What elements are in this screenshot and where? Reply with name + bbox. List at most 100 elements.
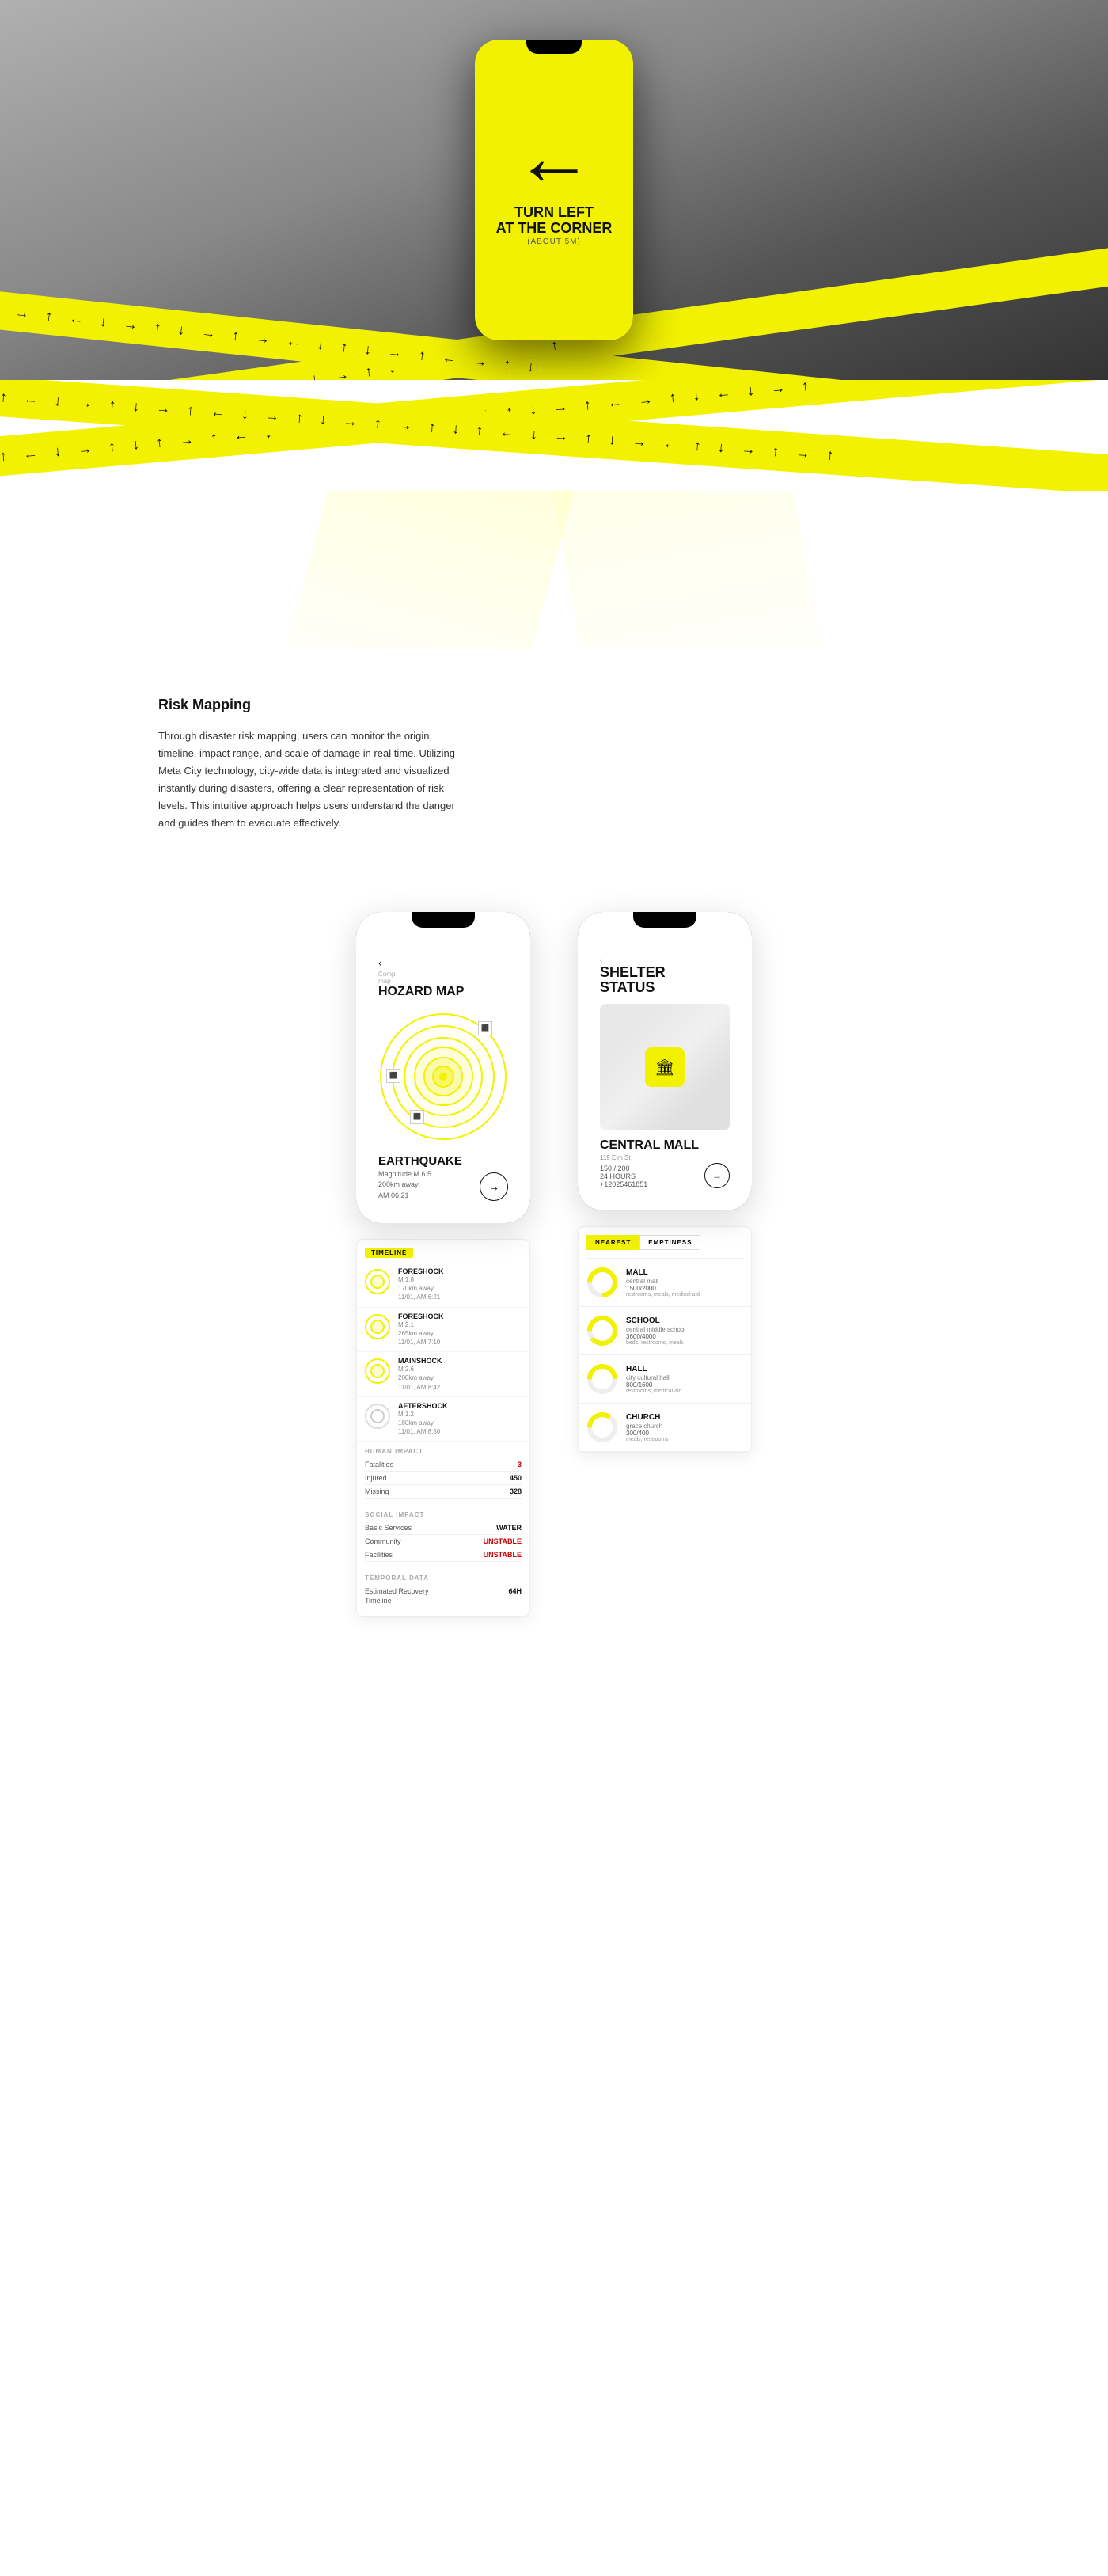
tl-icon-4 [365, 1404, 390, 1429]
light-beam-1 [275, 491, 627, 649]
fatalities-row: Fatalities 3 [365, 1458, 522, 1472]
sl-services-church: meals, restrooms [626, 1437, 669, 1442]
hero-phone-screen: ← TURN LEFTAT THE CORNER (ABOUT 5M) [475, 40, 633, 340]
timeline-tag: TIMELINE [365, 1248, 413, 1258]
tape-section: ← ↓ → ↑ ↓ → ↑ ← ↓ → ↑ ↓ ↑ → ↑ ← ↓ → ↑ ↓ … [0, 380, 1108, 491]
missing-row: Missing 328 [365, 1485, 522, 1499]
direction-arrow: ← [514, 118, 594, 197]
shelter-list-phone: NEAREST EMPTINESS MALL central mall 1500… [578, 1226, 752, 1453]
shelter-back-btn[interactable]: ‹ [600, 956, 730, 965]
shelter-arrow-btn[interactable]: → [704, 1163, 730, 1188]
donut-mall [586, 1267, 618, 1298]
sl-sub-mall: central mall [626, 1278, 700, 1285]
shelter-notch [633, 912, 696, 928]
phones-section: ‹ Compmap HOZARD MAP ⬛ ⬛ [0, 896, 1108, 1680]
sl-name-school: SCHOOL [626, 1316, 685, 1325]
map-pin-2: ⬛ [386, 1069, 400, 1083]
shelter-sub: 119 Elm St [600, 1154, 699, 1161]
timeline-phone: TIMELINE FORESHOCK M 1.8 170km away 11/0… [356, 1239, 530, 1617]
tl-text-4: AFTERSHOCK M 1.2 180km away 11/01, AM 8:… [398, 1402, 522, 1437]
instruction-main: TURN LEFTAT THE CORNER [496, 205, 613, 237]
sl-sub-school: central middle school [626, 1326, 685, 1333]
shelter-marker: 🏛 [645, 1047, 685, 1087]
hazard-screen: ‹ Compmap HOZARD MAP ⬛ ⬛ [356, 912, 530, 1224]
list-item-mall[interactable]: MALL central mall 1500/2000 restrooms, m… [579, 1259, 751, 1307]
basic-services-row: Basic Services WATER [365, 1522, 522, 1535]
timeline-item-4: AFTERSHOCK M 1.2 180km away 11/01, AM 8:… [357, 1397, 529, 1442]
tl-icon-2 [365, 1314, 390, 1339]
hero-phone: ← TURN LEFTAT THE CORNER (ABOUT 5M) [475, 40, 633, 340]
social-impact-label: SOCIAL IMPACT [365, 1511, 522, 1518]
section-body: Through disaster risk mapping, users can… [158, 728, 459, 833]
social-impact-section: SOCIAL IMPACT Basic Services WATER Commu… [357, 1505, 529, 1568]
hazard-map-area: ⬛ ⬛ ⬛ [378, 1005, 508, 1148]
shelter-hours: 24 HOURS [600, 1172, 699, 1180]
tab-nearest[interactable]: NEAREST [586, 1235, 639, 1250]
sl-cap-hall: 800/1600 [626, 1381, 681, 1389]
shelter-main-phone: ‹ SHELTERSTATUS 🏛 CoverContent CENTRAL M… [578, 912, 752, 1211]
shelter-capacity: 150 / 200 [600, 1165, 699, 1172]
tl-text-3: MAINSHOCK M 2.6 200km away 11/01, AM 8:4… [398, 1357, 522, 1392]
sl-name-hall: HALL [626, 1365, 681, 1373]
timeline-item-3: MAINSHOCK M 2.6 200km away 11/01, AM 8:4… [357, 1352, 529, 1397]
hero-section: → ↑ ↓ → ↑ ← ↓ → ↑ ↓ → ↑ ← ↓ → ↑ ↓ → ↑ → … [0, 0, 1108, 380]
donut-hall [586, 1363, 618, 1395]
shelter-name: CENTRAL MALL [600, 1138, 699, 1153]
shelter-map-area: 🏛 CoverContent [600, 1004, 730, 1130]
right-column: ‹ SHELTERSTATUS 🏛 CoverContent CENTRAL M… [578, 912, 752, 1453]
phone-notch [412, 912, 475, 928]
human-impact-label: HUMAN IMPACT [365, 1448, 522, 1455]
community-row: Community UNSTABLE [365, 1535, 522, 1548]
tl-icon-1 [365, 1269, 390, 1294]
temporal-section: TEMPORAL DATA Estimated RecoveryTimeline… [357, 1568, 529, 1615]
nearest-tabs: NEAREST EMPTINESS [579, 1227, 751, 1250]
sl-cap-church: 300/400 [626, 1430, 669, 1437]
tl-text-1: FORESHOCK M 1.8 170km away 11/01, AM 6:2… [398, 1267, 522, 1302]
map-pin-1: ⬛ [478, 1021, 492, 1035]
sl-sub-hall: city cultural hall [626, 1374, 681, 1381]
beam-section [0, 491, 1108, 649]
timeline-item-1: FORESHOCK M 1.8 170km away 11/01, AM 6:2… [357, 1263, 529, 1308]
shelter-title-block: SHELTERSTATUS [600, 965, 730, 997]
sl-services-school: beds, restrooms, meals [626, 1340, 685, 1346]
shelter-title: SHELTERSTATUS [600, 965, 730, 997]
eq-info: EARTHQUAKE Magnitude M 6.5 200km away AM… [378, 1154, 508, 1202]
sl-services-hall: restrooms, medical aid [626, 1389, 681, 1394]
tl-icon-3 [365, 1358, 390, 1384]
hazard-map-phone: ‹ Compmap HOZARD MAP ⬛ ⬛ [356, 912, 530, 1224]
sl-name-mall: MALL [626, 1268, 700, 1277]
eq-detail: Magnitude M 6.5 200km away AM 06:21 [378, 1169, 431, 1202]
donut-school [586, 1315, 618, 1347]
risk-mapping-section: Risk Mapping Through disaster risk mappi… [0, 649, 1108, 896]
donut-church [586, 1411, 618, 1443]
light-beam-2 [514, 491, 831, 649]
sl-cap-mall: 1500/2000 [626, 1285, 700, 1292]
human-impact-section: HUMAN IMPACT Fatalities 3 Injured 450 Mi… [357, 1442, 529, 1505]
list-item-hall[interactable]: HALL city cultural hall 800/1600 restroo… [579, 1355, 751, 1404]
tab-emptiness[interactable]: EMPTINESS [639, 1235, 700, 1250]
haz-back-btn[interactable]: ‹ [378, 956, 508, 969]
hero-phone-wrapper: ← TURN LEFTAT THE CORNER (ABOUT 5M) [475, 40, 633, 340]
recovery-row: Estimated RecoveryTimeline 64H [365, 1585, 522, 1609]
haz-title: HOZARD MAP [378, 985, 508, 999]
phone-notch [526, 40, 582, 54]
injured-row: Injured 450 [365, 1472, 522, 1485]
left-column: ‹ Compmap HOZARD MAP ⬛ ⬛ [356, 912, 530, 1617]
shelter-screen: ‹ SHELTERSTATUS 🏛 CoverContent CENTRAL M… [578, 912, 752, 1211]
hero-instruction: TURN LEFTAT THE CORNER (ABOUT 5M) [496, 205, 613, 247]
shelter-phone-num: +12025461851 [600, 1180, 699, 1188]
sl-services-mall: restrooms, meals, medical aid [626, 1292, 700, 1297]
list-item-school[interactable]: SCHOOL central middle school 3600/4000 b… [579, 1307, 751, 1355]
sl-sub-church: grace church [626, 1423, 669, 1430]
section-title: Risk Mapping [158, 697, 950, 713]
temporal-label: TEMPORAL DATA [365, 1575, 522, 1582]
timeline-item-2: FORESHOCK M 2.1 265km away 11/01, AM 7:1… [357, 1308, 529, 1353]
list-item-church[interactable]: CHURCH grace church 300/400 meals, restr… [579, 1404, 751, 1452]
instruction-sub: (ABOUT 5M) [496, 237, 613, 246]
eq-type: EARTHQUAKE [378, 1154, 508, 1168]
tape-arrows-2: ← ↓ → ↑ ↓ → ↑ ← ↓ → ↑ ↓ ↑ → ↑ ← ↓ → ↑ ↓ … [0, 268, 541, 375]
facilities-row: Facilities UNSTABLE [365, 1548, 522, 1562]
eq-arrow-btn[interactable]: → [480, 1172, 508, 1201]
sl-cap-school: 3600/4000 [626, 1333, 685, 1340]
tl-text-2: FORESHOCK M 2.1 265km away 11/01, AM 7:1… [398, 1313, 522, 1347]
